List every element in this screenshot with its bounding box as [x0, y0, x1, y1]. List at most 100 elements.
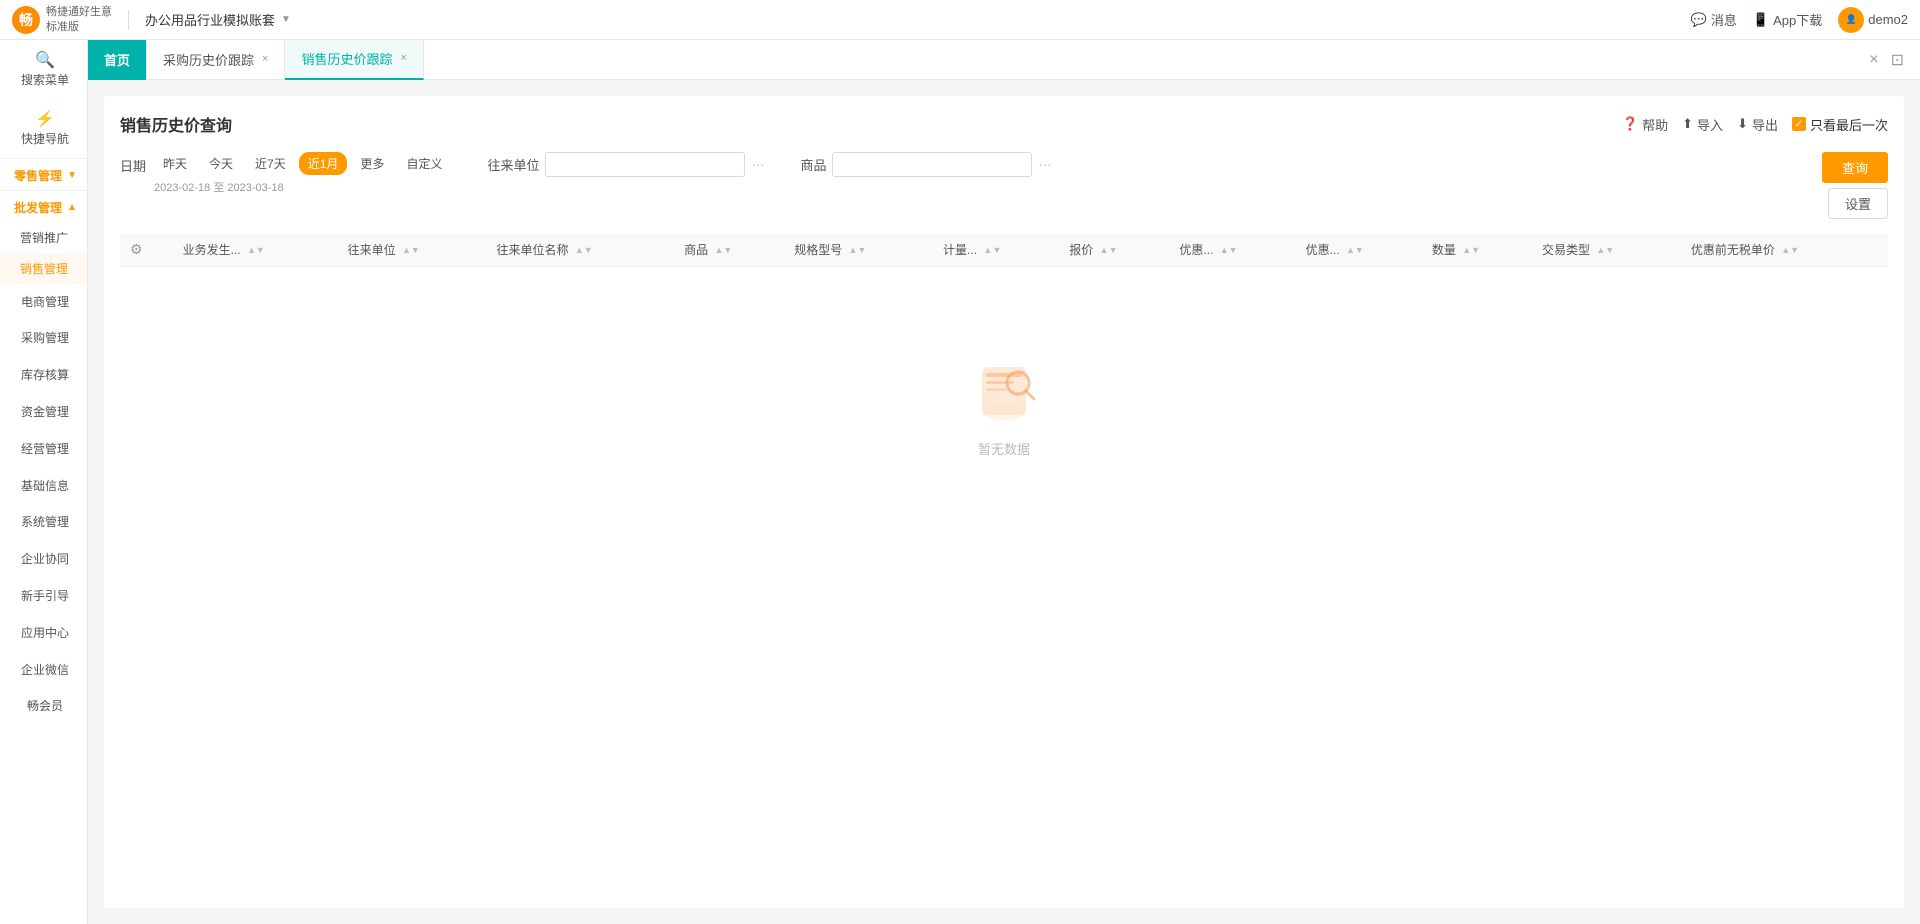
date-chip-last1m[interactable]: 近1月: [299, 152, 348, 175]
sort-icon: ▲▼: [247, 246, 265, 255]
import-icon: ⬆: [1682, 116, 1693, 132]
sidebar-item-enterprise[interactable]: 企业协同: [0, 541, 87, 578]
sidebar-item-ecommerce[interactable]: 电商管理: [0, 284, 87, 321]
data-table: ⚙ 业务发生... ▲▼ 往来单位 ▲▼: [120, 233, 1888, 267]
logo-icon: 畅: [12, 6, 40, 34]
col-product[interactable]: 商品 ▲▼: [674, 233, 784, 267]
col-counterpart-code[interactable]: 往来单位 ▲▼: [338, 233, 487, 267]
empty-state: 暂无数据: [120, 267, 1888, 538]
col-counterpart-name[interactable]: 往来单位名称 ▲▼: [486, 233, 674, 267]
col-discount1[interactable]: 优惠... ▲▼: [1169, 233, 1295, 267]
product-dots-btn[interactable]: ···: [1038, 157, 1051, 172]
export-btn[interactable]: ⬇ 导出: [1737, 115, 1778, 134]
tab-home[interactable]: 首页: [88, 40, 147, 80]
col-discount2[interactable]: 优惠... ▲▼: [1296, 233, 1422, 267]
top-bar: 畅 畅捷通好生意 标准版 办公用品行业模拟账套 ▼ 💬 消息 📱 App下载 👤…: [0, 0, 1920, 40]
page-title-bar: 销售历史价查询 ❓ 帮助 ⬆ 导入 ⬇ 导出: [120, 112, 1888, 136]
close-purchase-history-tab[interactable]: ×: [262, 54, 268, 65]
company-selector[interactable]: 办公用品行业模拟账套 ▼: [145, 10, 291, 29]
date-section: 昨天 今天 近7天 近1月 更多 自定义 2023-02-18 至 2023-0…: [154, 152, 451, 195]
sort-icon: ▲▼: [849, 246, 867, 255]
sort-icon: ▲▼: [983, 246, 1001, 255]
sidebar-item-membership[interactable]: 畅会员: [0, 688, 87, 725]
query-button[interactable]: 查询: [1822, 152, 1888, 183]
top-bar-divider: [128, 10, 129, 30]
settings-icon[interactable]: ⚙: [130, 241, 143, 257]
top-bar-right: 💬 消息 📱 App下载 👤 demo2: [1691, 7, 1908, 33]
sidebar-item-purchase[interactable]: 采购管理: [0, 320, 87, 357]
sidebar-section-retail[interactable]: 零售管理 ▼: [0, 158, 87, 190]
app-icon: 📱: [1753, 12, 1769, 28]
sidebar-item-sales-mgmt[interactable]: 销售管理: [0, 253, 87, 284]
export-icon: ⬇: [1737, 116, 1748, 132]
chevron-down-icon: ▼: [281, 14, 291, 25]
date-chip-last7[interactable]: 近7天: [246, 152, 295, 175]
tab-purchase-history[interactable]: 采购历史价跟踪 ×: [147, 40, 285, 80]
sidebar-item-newcomer[interactable]: 新手引导: [0, 578, 87, 615]
counterpart-dots-btn[interactable]: ···: [751, 157, 764, 172]
maximize-btn[interactable]: ⊡: [1891, 50, 1904, 70]
date-chip-yesterday[interactable]: 昨天: [154, 152, 196, 175]
chevron-up-icon: ▲: [67, 202, 77, 213]
page-actions: ❓ 帮助 ⬆ 导入 ⬇ 导出 ✓ 只看最后一次: [1622, 115, 1888, 134]
col-trade-type[interactable]: 交易类型 ▲▼: [1532, 233, 1681, 267]
help-icon: ❓: [1622, 116, 1638, 132]
col-settings[interactable]: ⚙: [120, 233, 173, 267]
lightning-icon: ⚡: [35, 109, 55, 129]
sidebar-item-wechat[interactable]: 企业微信: [0, 652, 87, 689]
user-menu[interactable]: 👤 demo2: [1838, 7, 1908, 33]
import-btn[interactable]: ⬆ 导入: [1682, 115, 1723, 134]
message-btn[interactable]: 💬 消息: [1691, 10, 1737, 29]
date-chips: 昨天 今天 近7天 近1月 更多 自定义: [154, 152, 451, 175]
app-download-btn[interactable]: 📱 App下载: [1753, 10, 1822, 29]
sort-icon: ▲▼: [714, 246, 732, 255]
sidebar-item-shortcut[interactable]: ⚡ 快捷导航: [0, 99, 87, 158]
sidebar: 🔍 搜索菜单 ⚡ 快捷导航 零售管理 ▼ 批发管理 ▲ 营销推广 销售管理 电商…: [0, 40, 88, 924]
sort-icon: ▲▼: [1346, 246, 1364, 255]
chevron-down-icon: ▼: [67, 170, 77, 181]
sidebar-item-operation[interactable]: 经营管理: [0, 431, 87, 468]
close-window-btn[interactable]: ×: [1869, 51, 1878, 69]
sort-icon: ▲▼: [1596, 246, 1614, 255]
date-chip-today[interactable]: 今天: [200, 152, 242, 175]
search-icon: 🔍: [35, 50, 55, 70]
sidebar-item-system[interactable]: 系统管理: [0, 504, 87, 541]
sidebar-item-inventory[interactable]: 库存核算: [0, 357, 87, 394]
date-range-text: 2023-02-18 至 2023-03-18: [154, 179, 451, 195]
product-input[interactable]: [832, 152, 1032, 177]
col-unit[interactable]: 计量... ▲▼: [933, 233, 1059, 267]
sort-icon: ▲▼: [575, 246, 593, 255]
col-quote[interactable]: 报价 ▲▼: [1059, 233, 1169, 267]
sort-icon: ▲▼: [1462, 246, 1480, 255]
counterpart-filter: 往来单位 ···: [487, 152, 764, 177]
sidebar-item-finance[interactable]: 资金管理: [0, 394, 87, 431]
sidebar-section-wholesale[interactable]: 批发管理 ▲: [0, 190, 87, 222]
empty-text: 暂无数据: [978, 439, 1030, 458]
sort-icon: ▲▼: [1220, 246, 1238, 255]
counterpart-input[interactable]: [545, 152, 745, 177]
page-title: 销售历史价查询: [120, 112, 232, 136]
date-chip-custom[interactable]: 自定义: [397, 152, 451, 175]
close-sales-history-tab[interactable]: ×: [400, 53, 406, 64]
date-chip-more[interactable]: 更多: [351, 152, 393, 175]
product-filter: 商品 ···: [800, 152, 1051, 177]
sidebar-item-marketing[interactable]: 营销推广: [0, 222, 87, 253]
date-filter-label: 日期: [120, 152, 146, 175]
only-last-checkbox[interactable]: ✓ 只看最后一次: [1792, 115, 1888, 134]
col-pretax-price[interactable]: 优惠前无税单价 ▲▼: [1681, 233, 1888, 267]
product-label: 商品: [800, 155, 826, 174]
filter-buttons: 查询 设置: [1822, 152, 1888, 219]
tab-sales-history[interactable]: 销售历史价跟踪 ×: [285, 40, 423, 80]
settings-button[interactable]: 设置: [1828, 188, 1888, 219]
col-qty[interactable]: 数量 ▲▼: [1422, 233, 1532, 267]
page-content: 销售历史价查询 ❓ 帮助 ⬆ 导入 ⬇ 导出: [88, 80, 1920, 924]
avatar: 👤: [1838, 7, 1864, 33]
sidebar-item-search[interactable]: 🔍 搜索菜单: [0, 40, 87, 99]
logo-text: 畅捷通好生意 标准版: [46, 5, 112, 34]
col-biz-date[interactable]: 业务发生... ▲▼: [173, 233, 338, 267]
sidebar-item-app-center[interactable]: 应用中心: [0, 615, 87, 652]
help-btn[interactable]: ❓ 帮助: [1622, 115, 1668, 134]
filter-area: 日期 昨天 今天 近7天 近1月 更多 自定义 202: [120, 152, 1888, 219]
sidebar-item-basic-info[interactable]: 基础信息: [0, 468, 87, 505]
col-spec[interactable]: 规格型号 ▲▼: [784, 233, 933, 267]
